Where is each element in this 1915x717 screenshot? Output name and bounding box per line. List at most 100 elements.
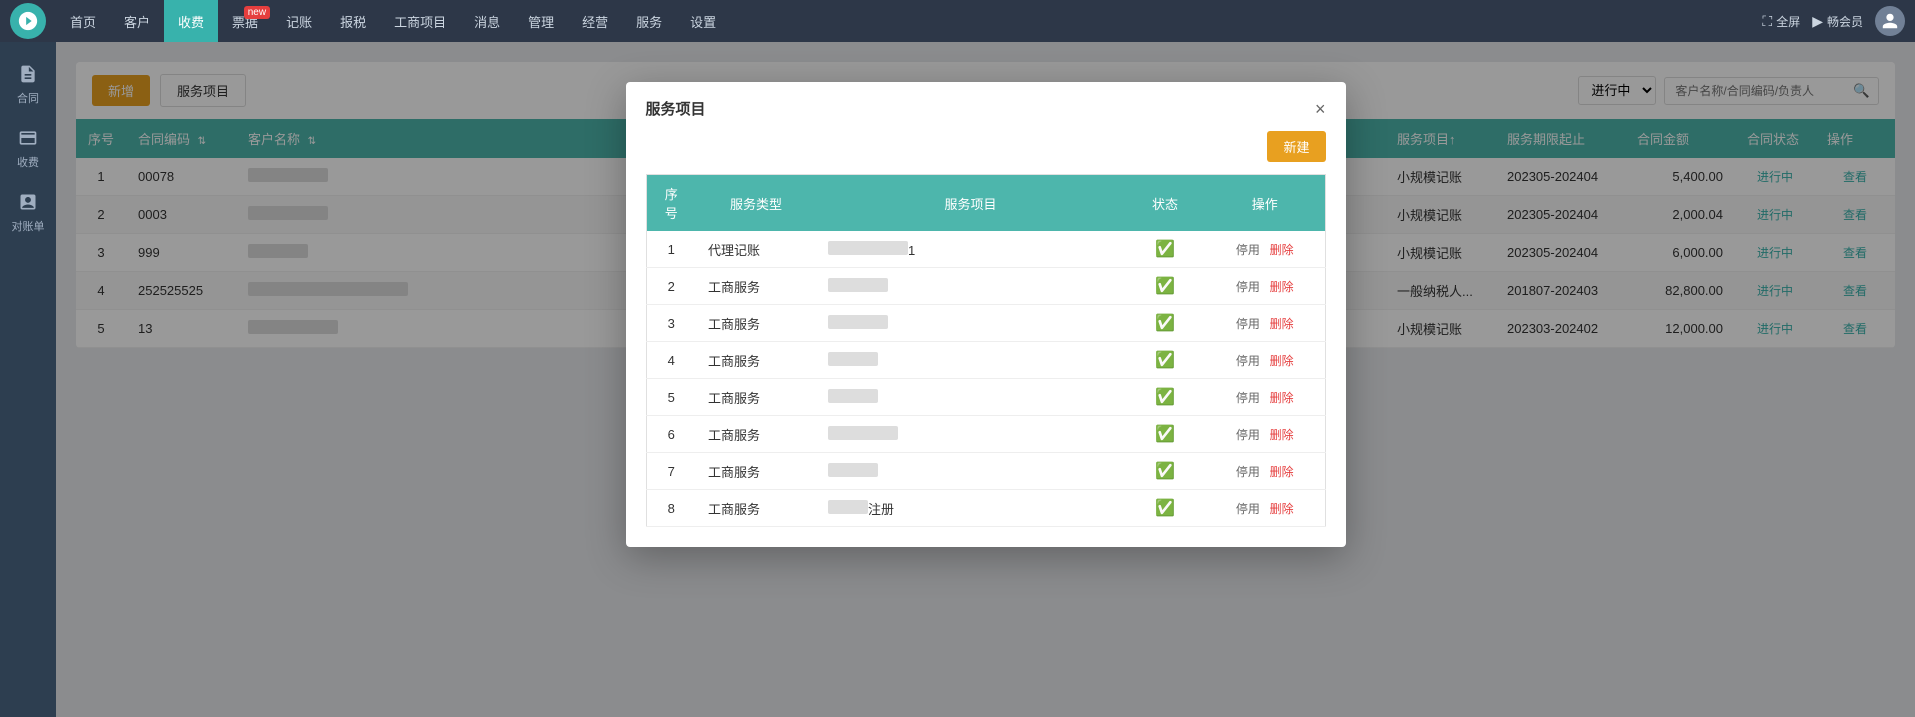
stop-button[interactable]: 停用 — [1236, 280, 1260, 294]
modal-close-button[interactable]: × — [1315, 100, 1326, 118]
modal-cell-item — [816, 342, 1125, 379]
status-check-icon: ✅ — [1155, 426, 1175, 443]
nav-tax[interactable]: 报税 — [326, 0, 380, 42]
modal-cell-type: 工商服务 — [696, 268, 816, 305]
modal-table-row: 3 工商服务 ✅ 停用 删除 — [646, 305, 1325, 342]
modal-cell-seq: 6 — [646, 416, 696, 453]
modal-cell-seq: 1 — [646, 231, 696, 268]
service-modal: 服务项目 × 新建 序号 服务类型 服务项目 状态 — [626, 82, 1346, 547]
modal-cell-seq: 4 — [646, 342, 696, 379]
stop-button[interactable]: 停用 — [1236, 465, 1260, 479]
modal-cell-status: ✅ — [1125, 231, 1205, 268]
modal-th-type: 服务类型 — [696, 175, 816, 232]
delete-button[interactable]: 删除 — [1270, 465, 1294, 479]
modal-cell-type: 代理记账 — [696, 231, 816, 268]
delete-button[interactable]: 删除 — [1270, 280, 1294, 294]
delete-button[interactable]: 删除 — [1270, 391, 1294, 405]
modal-toolbar: 新建 — [646, 131, 1326, 162]
nav-message[interactable]: 消息 — [460, 0, 514, 42]
modal-header: 服务项目 × — [626, 82, 1346, 131]
modal-cell-action: 停用 删除 — [1205, 231, 1325, 268]
status-check-icon: ✅ — [1155, 241, 1175, 258]
modal-cell-item — [816, 416, 1125, 453]
sidebar-item-fee[interactable]: 收费 — [0, 116, 56, 180]
modal-cell-seq: 2 — [646, 268, 696, 305]
modal-table-row: 2 工商服务 ✅ 停用 删除 — [646, 268, 1325, 305]
stop-button[interactable]: 停用 — [1236, 391, 1260, 405]
modal-cell-status: ✅ — [1125, 305, 1205, 342]
modal-th-action: 操作 — [1205, 175, 1325, 232]
nav-customer[interactable]: 客户 — [110, 0, 164, 42]
modal-cell-item — [816, 268, 1125, 305]
fee-icon — [16, 126, 40, 150]
nav-items: 首页 客户 收费 票据 new 记账 报税 工商项目 消息 管理 经营 服务 设… — [56, 0, 1762, 42]
modal-cell-action: 停用 删除 — [1205, 305, 1325, 342]
modal-cell-item — [816, 379, 1125, 416]
nav-business[interactable]: 工商项目 — [380, 0, 460, 42]
modal-table-body: 1 代理记账 1 ✅ 停用 删除 2 工商服务 ✅ 停用 删除 3 工商服务 ✅… — [646, 231, 1325, 527]
modal-cell-status: ✅ — [1125, 416, 1205, 453]
modal-cell-item: 注册 — [816, 490, 1125, 527]
modal-cell-status: ✅ — [1125, 453, 1205, 490]
status-check-icon: ✅ — [1155, 352, 1175, 369]
modal-cell-action: 停用 删除 — [1205, 268, 1325, 305]
nav-fee[interactable]: 收费 — [164, 0, 218, 42]
sidebar-item-statement[interactable]: 对账单 — [0, 180, 56, 244]
modal-cell-action: 停用 删除 — [1205, 453, 1325, 490]
member-button[interactable]: ▶ 畅会员 — [1812, 13, 1863, 30]
modal-cell-action: 停用 删除 — [1205, 379, 1325, 416]
nav-bookkeeping[interactable]: 记账 — [272, 0, 326, 42]
nav-operation[interactable]: 经营 — [568, 0, 622, 42]
stop-button[interactable]: 停用 — [1236, 354, 1260, 368]
nav-home[interactable]: 首页 — [56, 0, 110, 42]
user-avatar[interactable] — [1875, 6, 1905, 36]
status-check-icon: ✅ — [1155, 278, 1175, 295]
sidebar: 合同 收费 对账单 — [0, 42, 56, 717]
content-area: 新增 服务项目 进行中 全部 已完成 已终止 🔍 — [56, 42, 1915, 717]
modal-cell-status: ✅ — [1125, 379, 1205, 416]
delete-button[interactable]: 删除 — [1270, 428, 1294, 442]
modal-cell-status: ✅ — [1125, 342, 1205, 379]
modal-cell-item — [816, 305, 1125, 342]
modal-cell-action: 停用 删除 — [1205, 342, 1325, 379]
modal-cell-type: 工商服务 — [696, 379, 816, 416]
modal-table-row: 1 代理记账 1 ✅ 停用 删除 — [646, 231, 1325, 268]
modal-cell-item: 1 — [816, 231, 1125, 268]
stop-button[interactable]: 停用 — [1236, 243, 1260, 257]
modal-cell-action: 停用 删除 — [1205, 490, 1325, 527]
stop-button[interactable]: 停用 — [1236, 317, 1260, 331]
status-check-icon: ✅ — [1155, 463, 1175, 480]
top-nav: 首页 客户 收费 票据 new 记账 报税 工商项目 消息 管理 经营 服务 设… — [0, 0, 1915, 42]
modal-cell-status: ✅ — [1125, 490, 1205, 527]
modal-cell-status: ✅ — [1125, 268, 1205, 305]
delete-button[interactable]: 删除 — [1270, 354, 1294, 368]
delete-button[interactable]: 删除 — [1270, 317, 1294, 331]
main-layout: 合同 收费 对账单 新增 服务项目 进行中 全 — [0, 42, 1915, 717]
delete-button[interactable]: 删除 — [1270, 502, 1294, 516]
delete-button[interactable]: 删除 — [1270, 243, 1294, 257]
nav-invoice[interactable]: 票据 new — [218, 0, 272, 42]
modal-cell-type: 工商服务 — [696, 453, 816, 490]
modal-table-row: 4 工商服务 ✅ 停用 删除 — [646, 342, 1325, 379]
modal-cell-action: 停用 删除 — [1205, 416, 1325, 453]
sidebar-item-contract[interactable]: 合同 — [0, 52, 56, 116]
modal-th-item: 服务项目 — [816, 175, 1125, 232]
nav-service[interactable]: 服务 — [622, 0, 676, 42]
modal-new-button[interactable]: 新建 — [1267, 131, 1325, 162]
stop-button[interactable]: 停用 — [1236, 428, 1260, 442]
stop-button[interactable]: 停用 — [1236, 502, 1260, 516]
modal-cell-seq: 3 — [646, 305, 696, 342]
nav-manage[interactable]: 管理 — [514, 0, 568, 42]
statement-icon — [16, 190, 40, 214]
modal-cell-seq: 8 — [646, 490, 696, 527]
modal-table-row: 8 工商服务 注册 ✅ 停用 删除 — [646, 490, 1325, 527]
status-check-icon: ✅ — [1155, 389, 1175, 406]
nav-settings[interactable]: 设置 — [676, 0, 730, 42]
fullscreen-button[interactable]: ⛶ 全屏 — [1762, 13, 1800, 30]
modal-cell-seq: 7 — [646, 453, 696, 490]
modal-table: 序号 服务类型 服务项目 状态 操作 1 代理记账 1 ✅ 停用 删 — [646, 174, 1326, 527]
new-badge: new — [244, 6, 270, 19]
modal-cell-type: 工商服务 — [696, 490, 816, 527]
status-check-icon: ✅ — [1155, 315, 1175, 332]
modal-th-status: 状态 — [1125, 175, 1205, 232]
